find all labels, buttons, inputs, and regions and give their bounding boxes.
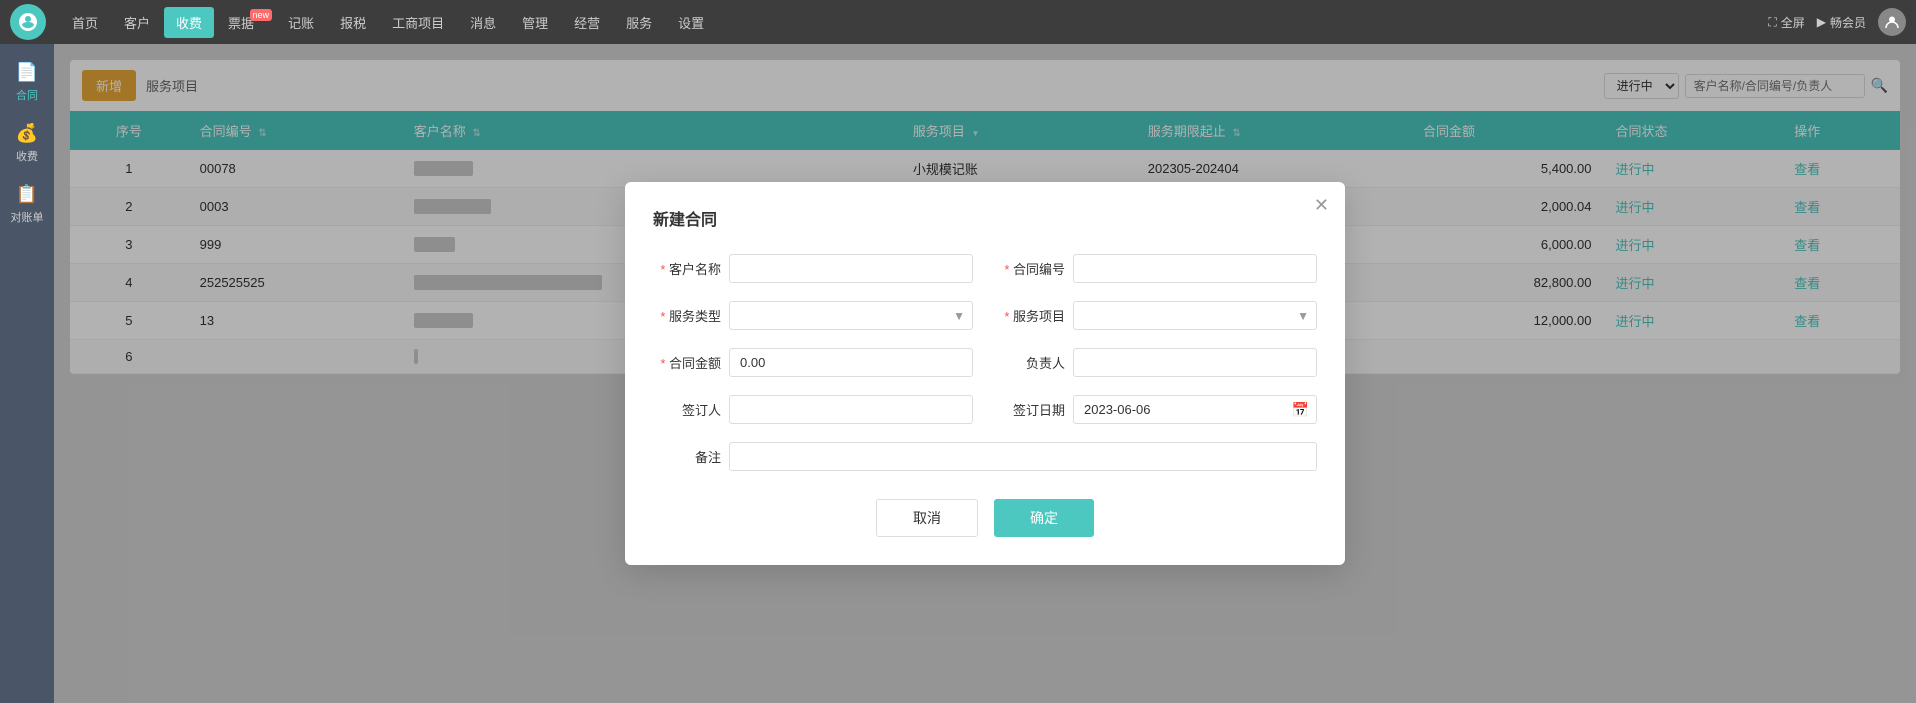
- service-item-label: 服务项目: [997, 306, 1065, 325]
- responsible-input[interactable]: [1073, 348, 1317, 377]
- sidebar-item-contract[interactable]: 📄 合同: [2, 54, 52, 111]
- nav-item-bookkeeping[interactable]: 记账: [276, 7, 326, 38]
- contract-amount-label: 合同金额: [653, 353, 721, 372]
- service-type-select[interactable]: [729, 301, 973, 330]
- contract-amount-input[interactable]: [729, 348, 973, 377]
- signer-row: 签订人: [653, 395, 973, 424]
- sign-date-label: 签订日期: [997, 400, 1065, 419]
- nav-item-manage[interactable]: 管理: [510, 7, 560, 38]
- fullscreen-button[interactable]: ⛶ 全屏: [1768, 14, 1804, 31]
- nav-item-business[interactable]: 工商项目: [380, 7, 456, 38]
- nav-item-invoice[interactable]: 票据 new: [216, 7, 274, 38]
- remark-row: 备注: [653, 442, 1317, 471]
- modal-overlay: ✕ 新建合同 客户名称 合同编号 服务类型: [54, 44, 1916, 703]
- top-navigation: 首页 客户 收费 票据 new 记账 报税 工商项目 消息 管理 经营 服务 设…: [0, 0, 1916, 44]
- contract-no-label: 合同编号: [997, 259, 1065, 278]
- customer-name-input[interactable]: [729, 254, 973, 283]
- signer-label: 签订人: [653, 400, 721, 419]
- nav-right-area: ⛶ 全屏 ▶ 畅会员: [1768, 8, 1906, 36]
- sign-date-row: 签订日期 📅: [997, 395, 1317, 424]
- nav-item-home[interactable]: 首页: [60, 7, 110, 38]
- service-type-label: 服务类型: [653, 306, 721, 325]
- sign-date-input-wrap: 📅: [1073, 395, 1317, 424]
- remark-input[interactable]: [729, 442, 1317, 471]
- nav-item-message[interactable]: 消息: [458, 7, 508, 38]
- customer-name-label: 客户名称: [653, 259, 721, 278]
- content-area: 新增 服务项目 进行中 已完成 已终止 🔍 序号 合同编: [54, 44, 1916, 703]
- remark-label: 备注: [653, 447, 721, 466]
- new-badge: new: [250, 9, 273, 21]
- member-button[interactable]: ▶ 畅会员: [1817, 14, 1866, 31]
- nav-item-customer[interactable]: 客户: [112, 7, 162, 38]
- sidebar-item-statement[interactable]: 📋 对账单: [2, 176, 52, 233]
- modal-footer: 取消 确定: [653, 499, 1317, 537]
- contract-no-row: 合同编号: [997, 254, 1317, 283]
- service-item-select-wrap: ▼: [1073, 301, 1317, 330]
- nav-item-settings[interactable]: 设置: [666, 7, 716, 38]
- responsible-row: 负责人: [997, 348, 1317, 377]
- responsible-label: 负责人: [997, 353, 1065, 372]
- play-icon: ▶: [1817, 15, 1826, 29]
- sign-date-input[interactable]: [1073, 395, 1317, 424]
- new-contract-modal: ✕ 新建合同 客户名称 合同编号 服务类型: [625, 182, 1345, 565]
- service-item-select[interactable]: [1073, 301, 1317, 330]
- contract-icon: 📄: [16, 62, 38, 83]
- confirm-button[interactable]: 确定: [994, 499, 1094, 537]
- modal-form: 客户名称 合同编号 服务类型 ▼: [653, 254, 1317, 471]
- sidebar: 📄 合同 💰 收费 📋 对账单: [0, 44, 54, 703]
- billing-icon: 💰: [16, 123, 38, 144]
- contract-no-input[interactable]: [1073, 254, 1317, 283]
- service-item-row: 服务项目 ▼: [997, 301, 1317, 330]
- nav-item-service[interactable]: 服务: [614, 7, 664, 38]
- main-layout: 📄 合同 💰 收费 📋 对账单 新增 服务项目 进行中 已完成 已终止: [0, 44, 1916, 703]
- app-logo: [10, 4, 46, 40]
- nav-item-operation[interactable]: 经营: [562, 7, 612, 38]
- nav-menu: 首页 客户 收费 票据 new 记账 报税 工商项目 消息 管理 经营 服务 设…: [60, 7, 1768, 38]
- sidebar-item-billing[interactable]: 💰 收费: [2, 115, 52, 172]
- contract-amount-row: 合同金额: [653, 348, 973, 377]
- user-avatar[interactable]: [1878, 8, 1906, 36]
- modal-close-button[interactable]: ✕: [1314, 196, 1329, 214]
- statement-icon: 📋: [16, 184, 38, 205]
- fullscreen-icon: ⛶: [1768, 15, 1776, 30]
- customer-name-row: 客户名称: [653, 254, 973, 283]
- modal-title: 新建合同: [653, 206, 1317, 230]
- nav-item-tax[interactable]: 报税: [328, 7, 378, 38]
- service-type-row: 服务类型 ▼: [653, 301, 973, 330]
- nav-item-billing[interactable]: 收费: [164, 7, 214, 38]
- service-type-select-wrap: ▼: [729, 301, 973, 330]
- cancel-button[interactable]: 取消: [876, 499, 978, 537]
- signer-input[interactable]: [729, 395, 973, 424]
